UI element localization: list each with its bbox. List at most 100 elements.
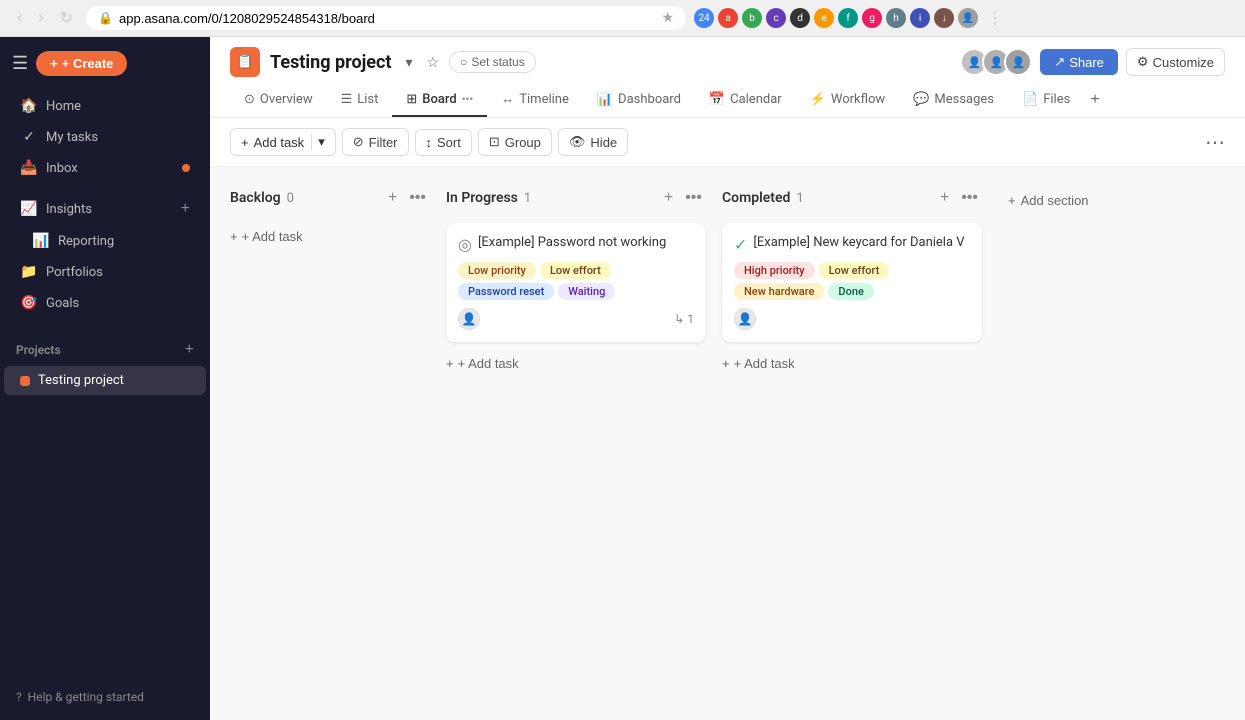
task-1-footer: 👤 ↳ 1 bbox=[458, 308, 694, 330]
add-section-button[interactable]: + Add section bbox=[998, 187, 1099, 214]
plus-icon: + bbox=[241, 135, 249, 150]
task-2-assignee: 👤 bbox=[734, 308, 756, 330]
star-button[interactable]: ☆ bbox=[423, 52, 444, 73]
reload-button[interactable]: ↻ bbox=[55, 6, 78, 30]
board-icon: ⊞ bbox=[406, 92, 417, 107]
completed-add-task-button[interactable]: + + Add task bbox=[722, 350, 982, 377]
ext-icon-5: d bbox=[790, 8, 810, 28]
dropdown-button[interactable]: ▾ bbox=[402, 52, 417, 73]
group-button[interactable]: ⊡ Group bbox=[478, 128, 552, 156]
menu-button[interactable]: ⋮ bbox=[982, 6, 1008, 30]
inbox-badge bbox=[182, 164, 190, 172]
sidebar-item-goals[interactable]: 🎯 Goals bbox=[4, 288, 206, 318]
project-header: 📋 Testing project ▾ ☆ ○ Set status 👤 👤 👤 bbox=[210, 37, 1245, 118]
avatar-3: 👤 bbox=[1004, 48, 1032, 76]
completed-column-actions: + ••• bbox=[936, 187, 982, 209]
set-status-button[interactable]: ○ Set status bbox=[449, 51, 536, 73]
filter-button[interactable]: ⊘ Filter bbox=[342, 128, 409, 156]
project-tabs: ⊙ Overview ☰ List ⊞ Board ••• ↔ Timeline bbox=[230, 83, 1225, 117]
hamburger-button[interactable]: ☰ bbox=[12, 53, 28, 74]
task-1-title: [Example] Password not working bbox=[478, 235, 666, 250]
sort-button[interactable]: ↕ Sort bbox=[415, 129, 472, 156]
sidebar-item-reporting[interactable]: 📊 Reporting bbox=[4, 226, 206, 256]
sidebar-navigation: 🏠 Home ✓ My tasks 📥 Inbox 📈 Insights + 📊… bbox=[0, 82, 210, 404]
task-1-check-icon[interactable]: ◎ bbox=[458, 235, 472, 254]
projects-section-header: Projects + bbox=[0, 335, 210, 365]
ext-icon-11: ↓ bbox=[934, 8, 954, 28]
hide-button[interactable]: 👁 Hide bbox=[558, 128, 628, 156]
sidebar-item-testing-project[interactable]: Testing project bbox=[4, 366, 206, 395]
task-card-2[interactable]: ✓ [Example] New keycard for Daniela V Hi… bbox=[722, 223, 982, 342]
browser-chrome: ‹ › ↻ 🔒 ★ 24 a b c d e f g h i ↓ 👤 ⋮ bbox=[0, 0, 1245, 37]
backlog-column-header: Backlog 0 + ••• bbox=[230, 183, 430, 213]
inbox-icon: 📥 bbox=[20, 160, 38, 176]
insights-add-button[interactable]: + bbox=[181, 200, 190, 218]
in-progress-more-button[interactable]: ••• bbox=[681, 187, 706, 209]
add-task-button[interactable]: + Add task ▾ bbox=[230, 128, 336, 156]
tab-workflow[interactable]: ⚡ Workflow bbox=[796, 84, 900, 117]
add-tab-button[interactable]: + bbox=[1084, 83, 1105, 117]
url-input[interactable] bbox=[119, 11, 655, 26]
sidebar-item-home[interactable]: 🏠 Home bbox=[4, 91, 206, 121]
backlog-more-button[interactable]: ••• bbox=[405, 187, 430, 209]
tag-password-reset: Password reset bbox=[458, 283, 554, 300]
tab-timeline[interactable]: ↔ Timeline bbox=[487, 83, 583, 117]
task-card-1[interactable]: ◎ [Example] Password not working Low pri… bbox=[446, 223, 706, 342]
sidebar: ☰ + + Create 🏠 Home ✓ My tasks 📥 Inbox bbox=[0, 37, 210, 720]
backlog-add-task-button[interactable]: + + Add task bbox=[230, 223, 430, 250]
subtask-icon: ↳ bbox=[674, 312, 684, 326]
insights-icon: 📈 bbox=[20, 201, 38, 217]
tab-files[interactable]: 📄 Files bbox=[1008, 84, 1084, 117]
in-progress-add-button[interactable]: + bbox=[660, 187, 677, 209]
plus-icon: + bbox=[722, 356, 730, 371]
messages-icon: 💬 bbox=[913, 92, 929, 107]
in-progress-add-task-button[interactable]: + + Add task bbox=[446, 350, 706, 377]
portfolios-icon: 📁 bbox=[20, 264, 38, 280]
ext-icon-6: e bbox=[814, 8, 834, 28]
ext-icon-1: 24 bbox=[694, 8, 714, 28]
back-button[interactable]: ‹ bbox=[12, 7, 27, 29]
customize-button[interactable]: ⚙ Customize bbox=[1126, 48, 1225, 76]
tab-list[interactable]: ☰ List bbox=[327, 84, 393, 117]
task-2-check-icon[interactable]: ✓ bbox=[734, 235, 747, 254]
list-icon: ☰ bbox=[341, 92, 353, 107]
in-progress-count: 1 bbox=[524, 191, 531, 206]
sidebar-item-portfolios[interactable]: 📁 Portfolios bbox=[4, 257, 206, 287]
plus-icon: + bbox=[446, 356, 454, 371]
task-2-title: [Example] New keycard for Daniela V bbox=[753, 235, 964, 250]
profile-icon[interactable]: 👤 bbox=[958, 8, 978, 28]
project-icon: 📋 bbox=[230, 47, 260, 77]
completed-add-button[interactable]: + bbox=[936, 187, 953, 209]
tag-high-priority: High priority bbox=[734, 262, 815, 279]
tab-calendar[interactable]: 📅 Calendar bbox=[695, 84, 796, 117]
project-title-row: 📋 Testing project ▾ ☆ ○ Set status 👤 👤 👤 bbox=[230, 47, 1225, 83]
reporting-icon: 📊 bbox=[32, 233, 50, 249]
board-toolbar: + Add task ▾ ⊘ Filter ↕ Sort ⊡ Group 👁 H… bbox=[210, 118, 1245, 167]
in-progress-column-actions: + ••• bbox=[660, 187, 706, 209]
task-1-assignee: 👤 bbox=[458, 308, 480, 330]
completed-more-button[interactable]: ••• bbox=[957, 187, 982, 209]
tab-dashboard[interactable]: 📊 Dashboard bbox=[583, 84, 695, 117]
create-button[interactable]: + + Create bbox=[36, 51, 127, 76]
tab-overview[interactable]: ⊙ Overview bbox=[230, 84, 327, 117]
backlog-add-button[interactable]: + bbox=[384, 187, 401, 209]
tab-board[interactable]: ⊞ Board ••• bbox=[392, 84, 487, 117]
more-options-button[interactable]: ⋯ bbox=[1205, 130, 1225, 155]
projects-add-button[interactable]: + bbox=[185, 341, 194, 359]
sidebar-item-insights[interactable]: 📈 Insights + bbox=[4, 193, 206, 225]
tag-new-hardware: New hardware bbox=[734, 283, 824, 300]
tag-low-effort: Low effort bbox=[540, 262, 611, 279]
browser-nav: ‹ › ↻ bbox=[12, 6, 78, 30]
help-button[interactable]: ? Help & getting started bbox=[0, 682, 210, 712]
tab-messages[interactable]: 💬 Messages bbox=[899, 84, 1008, 117]
in-progress-column: In Progress 1 + ••• ◎ [Example] Password… bbox=[446, 183, 706, 377]
share-button[interactable]: ↗ Share bbox=[1040, 49, 1118, 75]
sidebar-item-inbox[interactable]: 📥 Inbox bbox=[4, 153, 206, 183]
address-bar[interactable]: 🔒 ★ bbox=[86, 6, 686, 30]
help-icon: ? bbox=[16, 690, 22, 704]
backlog-column: Backlog 0 + ••• + + Add task bbox=[230, 183, 430, 250]
dashboard-icon: 📊 bbox=[597, 92, 613, 107]
forward-button[interactable]: › bbox=[33, 7, 48, 29]
ext-icon-7: f bbox=[838, 8, 858, 28]
sidebar-item-my-tasks[interactable]: ✓ My tasks bbox=[4, 122, 206, 152]
